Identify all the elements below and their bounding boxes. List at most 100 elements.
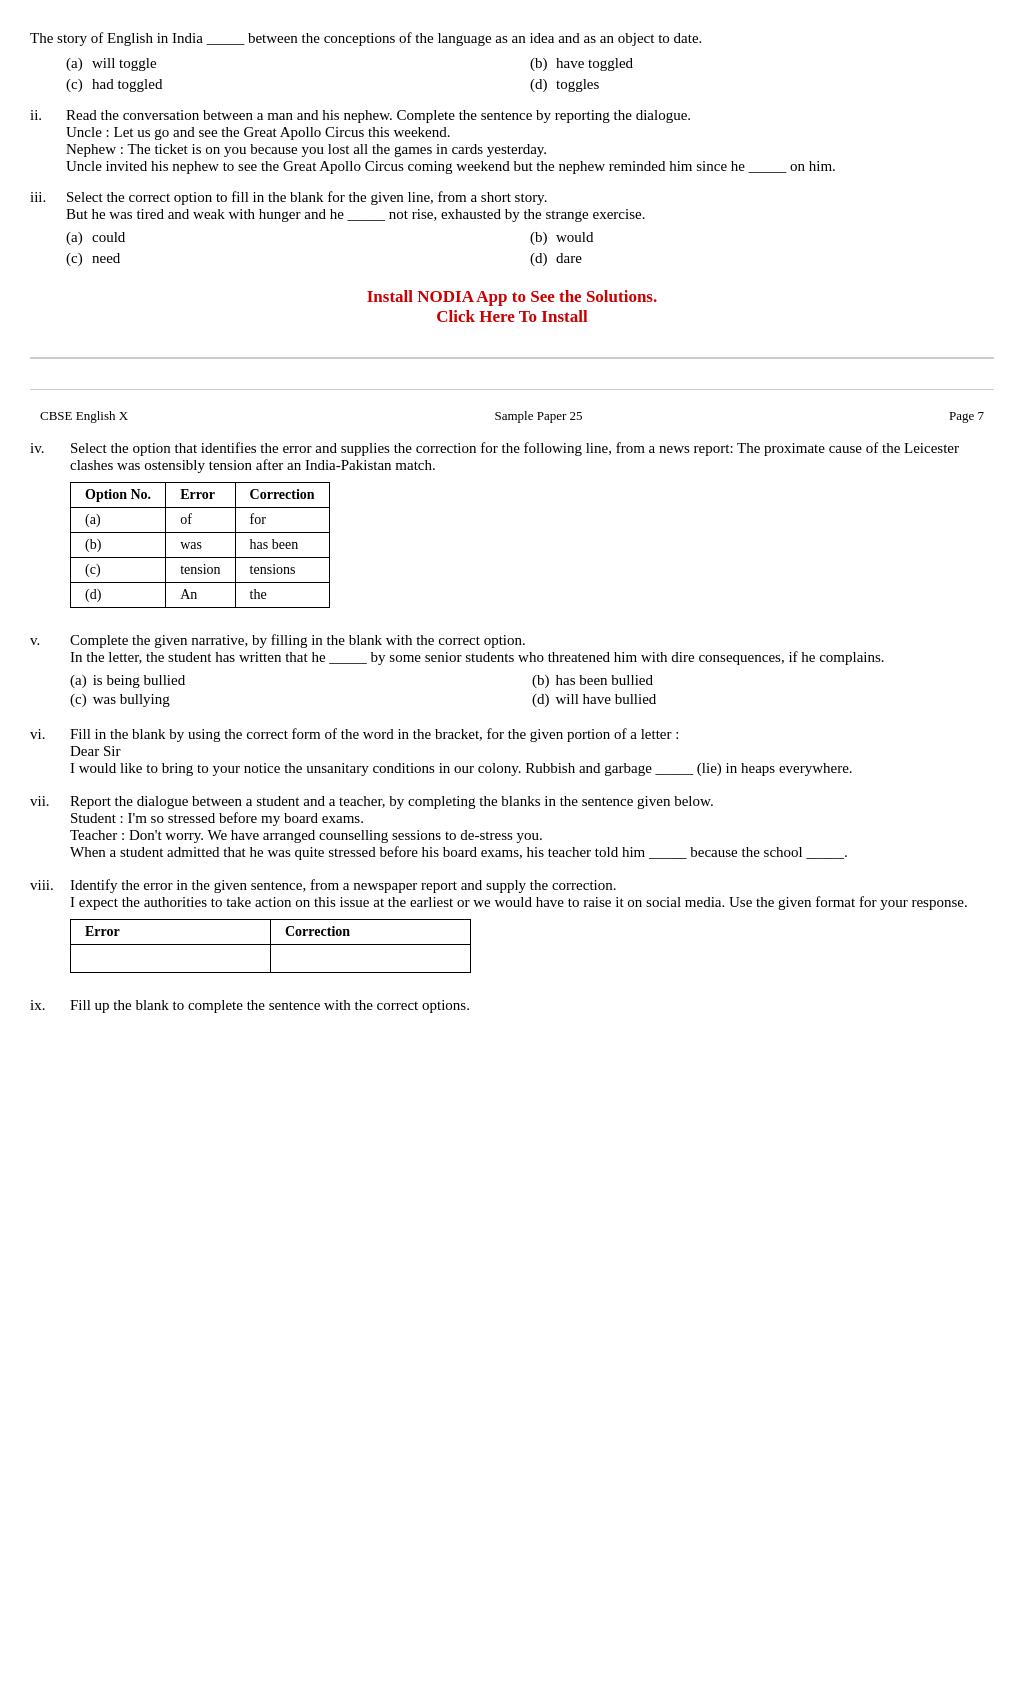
q-ix-content: Fill up the blank to complete the senten… (70, 997, 994, 1014)
q-iii-content: Select the correct option to fill in the… (66, 189, 994, 267)
header-center: Sample Paper 25 (495, 408, 583, 424)
intro-text: The story of English in India _____ betw… (30, 30, 994, 47)
q-ii-num: ii. (30, 107, 58, 175)
header-right: Page 7 (949, 408, 984, 424)
q-ii-dialogue2: Nephew : The ticket is on you because yo… (66, 141, 994, 158)
q-iii-option-d: (d) dare (530, 250, 994, 267)
q-iii-option-c-text: need (92, 250, 120, 267)
q-ix-num: ix. (30, 997, 62, 1014)
page-header: CBSE English X Sample Paper 25 Page 7 (30, 389, 994, 432)
option-d: (d) toggles (530, 76, 994, 93)
q-iii-option-b-text: would (556, 229, 594, 246)
option-c-label: (c) (66, 76, 86, 93)
q-vi-text1: Dear Sir (70, 743, 994, 760)
option-c-text: had toggled (92, 76, 162, 93)
question-vi: vi. Fill in the blank by using the corre… (30, 726, 994, 777)
q-v-opt-b-text: has been bullied (556, 672, 653, 689)
q-ix-instruction: Fill up the blank to complete the senten… (70, 997, 994, 1014)
q-vii-content: Report the dialogue between a student an… (70, 793, 994, 861)
q-ii-dialogue1: Uncle : Let us go and see the Great Apol… (66, 124, 994, 141)
option-d-label: (d) (530, 76, 550, 93)
q-viii-correction-cell (271, 945, 471, 973)
q-iv-num: iv. (30, 440, 62, 616)
option-b-text: have toggled (556, 55, 633, 72)
table-row: (a)offor (71, 508, 330, 533)
q-iii-option-a-text: could (92, 229, 125, 246)
option-a-text: will toggle (92, 55, 157, 72)
q-v-opt-c-label: (c) (70, 691, 87, 708)
q-iii-option-c-label: (c) (66, 250, 86, 267)
q-viii-row (71, 945, 471, 973)
nodia-line2[interactable]: Click Here To Install (30, 307, 994, 327)
q-iii-line: But he was tired and weak with hunger an… (66, 206, 994, 223)
question-ii: ii. Read the conversation between a man … (30, 107, 994, 175)
question-v: v. Complete the given narrative, by fill… (30, 632, 994, 710)
q-iii-option-c: (c) need (66, 250, 530, 267)
option-c: (c) had toggled (66, 76, 530, 93)
header-left: CBSE English X (40, 408, 128, 424)
question-vii: vii. Report the dialogue between a stude… (30, 793, 994, 861)
question-ix: ix. Fill up the blank to complete the se… (30, 997, 994, 1014)
q-viii-col2-header: Correction (271, 920, 471, 945)
q-viii-table: Error Correction (70, 919, 471, 973)
q-iii-options: (a) could (b) would (c) need (d) (66, 229, 994, 267)
q-viii-text: I expect the authorities to take action … (70, 894, 994, 911)
q-v-num: v. (30, 632, 62, 710)
section-separator (30, 359, 994, 389)
q-v-opt-d-label: (d) (532, 691, 550, 708)
option-d-text: toggles (556, 76, 599, 93)
q-iv-col1-header: Option No. (71, 483, 166, 508)
q-vii-num: vii. (30, 793, 62, 861)
option-a-label: (a) (66, 55, 86, 72)
nodia-banner[interactable]: Install NODIA App to See the Solutions. … (30, 287, 994, 327)
q-iii-instruction: Select the correct option to fill in the… (66, 189, 994, 206)
main-section: iv. Select the option that identifies th… (30, 432, 994, 1038)
q-iv-table: Option No. Error Correction (a)offor(b)w… (70, 482, 330, 608)
q-iv-content: Select the option that identifies the er… (70, 440, 994, 616)
q-v-opt-a-text: is being bullied (93, 672, 186, 689)
table-row: (d)Anthe (71, 583, 330, 608)
q-v-sentence: In the letter, the student has written t… (70, 649, 994, 666)
q-iii-option-d-text: dare (556, 250, 582, 267)
table-row: (c)tensiontensions (71, 558, 330, 583)
q-vii-instruction: Report the dialogue between a student an… (70, 793, 994, 810)
q-ii-content: Read the conversation between a man and … (66, 107, 994, 175)
nodia-line1[interactable]: Install NODIA App to See the Solutions. (30, 287, 994, 307)
top-section: The story of English in India _____ betw… (30, 20, 994, 359)
question-iv: iv. Select the option that identifies th… (30, 440, 994, 616)
q-iii-option-d-label: (d) (530, 250, 550, 267)
q-iii-option-b: (b) would (530, 229, 994, 246)
options-row-i: (a) will toggle (b) have toggled (c) had… (66, 55, 994, 93)
table-row: (b)washas been (71, 533, 330, 558)
q-v-opt-a-label: (a) (70, 672, 87, 689)
q-v-option-b: (b) has been bullied (532, 672, 994, 689)
q-iii-num: iii. (30, 189, 58, 267)
question-iii: iii. Select the correct option to fill i… (30, 189, 994, 267)
q-iv-col3-header: Correction (235, 483, 329, 508)
q-v-content: Complete the given narrative, by filling… (70, 632, 994, 710)
q-v-opt-b-label: (b) (532, 672, 550, 689)
q-iii-option-b-label: (b) (530, 229, 550, 246)
intro-question: The story of English in India _____ betw… (30, 30, 994, 93)
q-v-option-d: (d) will have bullied (532, 691, 994, 708)
q-vi-content: Fill in the blank by using the correct f… (70, 726, 994, 777)
q-viii-error-cell (71, 945, 271, 973)
q-ii-instruction: Read the conversation between a man and … (66, 107, 994, 124)
option-b-label: (b) (530, 55, 550, 72)
q-vi-instruction: Fill in the blank by using the correct f… (70, 726, 994, 743)
q-viii-content: Identify the error in the given sentence… (70, 877, 994, 981)
q-iii-option-a: (a) could (66, 229, 530, 246)
q-v-opt-d-text: will have bullied (556, 691, 657, 708)
q-vi-text2: I would like to bring to your notice the… (70, 760, 994, 777)
q-ii-sentence: Uncle invited his nephew to see the Grea… (66, 158, 994, 175)
q-viii-instruction: Identify the error in the given sentence… (70, 877, 994, 894)
q-iii-option-a-label: (a) (66, 229, 86, 246)
q-vi-num: vi. (30, 726, 62, 777)
q-v-option-a: (a) is being bullied (70, 672, 532, 689)
q-viii-num: viii. (30, 877, 62, 981)
q-iv-col2-header: Error (166, 483, 235, 508)
q-v-opt-c-text: was bullying (93, 691, 170, 708)
option-a: (a) will toggle (66, 55, 530, 72)
q-iv-instruction: Select the option that identifies the er… (70, 440, 994, 474)
option-b: (b) have toggled (530, 55, 994, 72)
